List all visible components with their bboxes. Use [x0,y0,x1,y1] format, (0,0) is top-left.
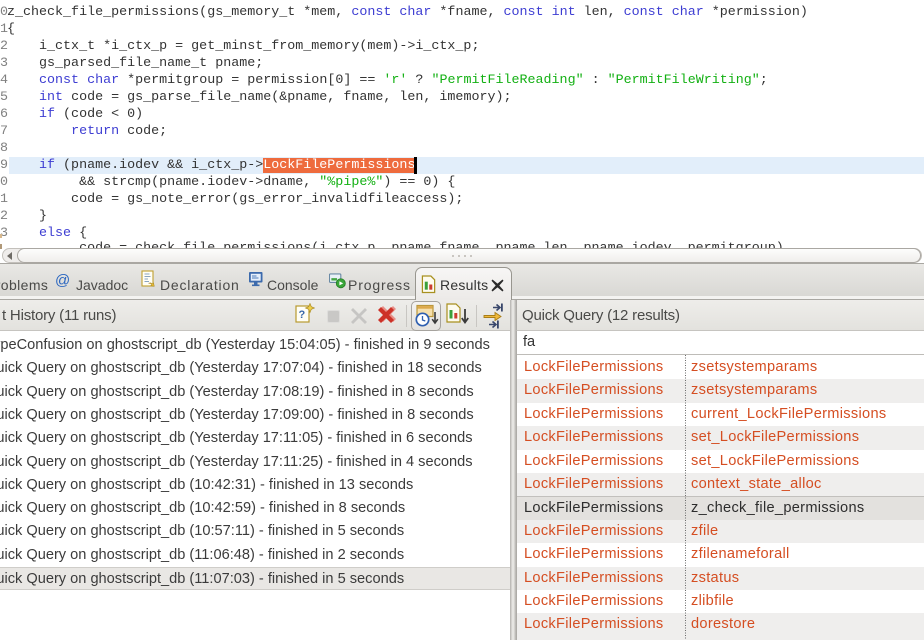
svg-text:?: ? [299,309,306,321]
